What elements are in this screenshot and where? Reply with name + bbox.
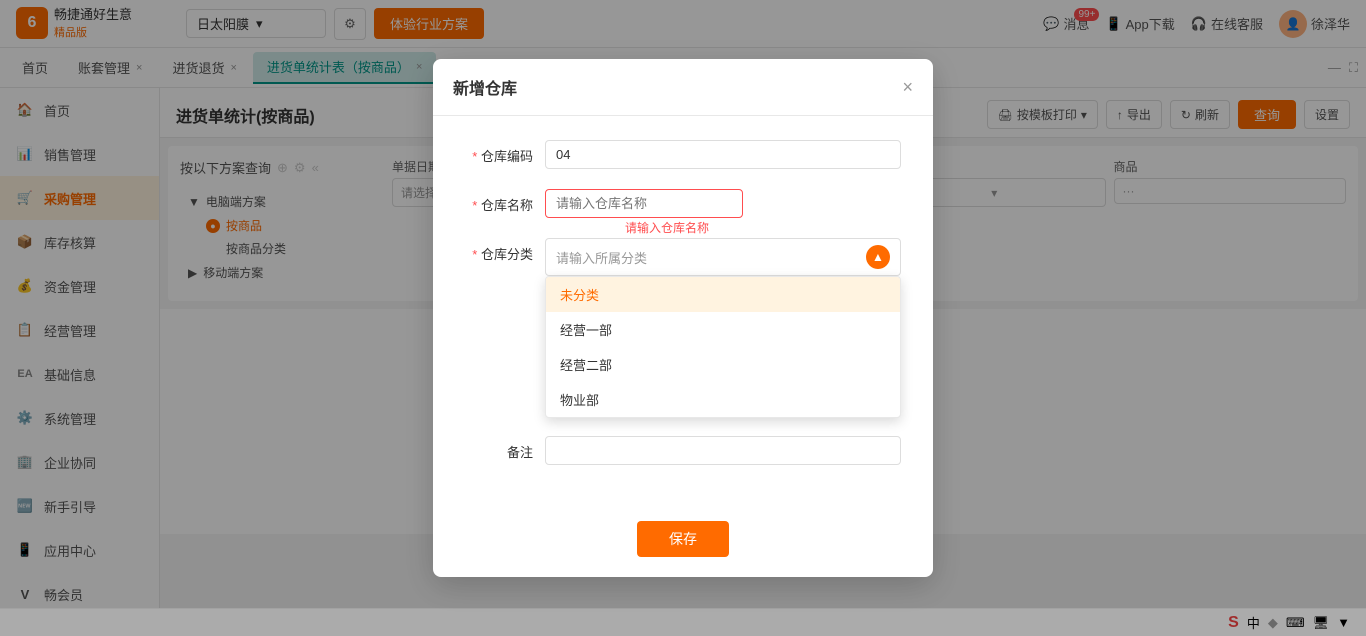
- new-warehouse-modal: 新增仓库 × * 仓库编码 * 仓库名称 请输入仓库名: [433, 59, 933, 577]
- warehouse-name-input[interactable]: [545, 189, 743, 218]
- dropdown-item-dept1[interactable]: 经营一部: [546, 312, 900, 347]
- warehouse-code-input[interactable]: [545, 140, 901, 169]
- form-row-category: * 仓库分类 请输入所属分类 ▲ 未分类 经营一部 经营二部 物业部: [465, 238, 901, 276]
- name-field-wrapper: 请输入仓库名称: [545, 189, 901, 218]
- dropdown-item-uncategorized[interactable]: 未分类: [546, 277, 900, 312]
- category-dropdown-list: 未分类 经营一部 经营二部 物业部: [545, 276, 901, 418]
- modal-footer: 保存: [433, 509, 933, 577]
- modal-title: 新增仓库: [453, 75, 517, 99]
- form-row-note: 备注: [465, 436, 901, 465]
- modal-header: 新增仓库 ×: [433, 59, 933, 116]
- modal-backdrop: 新增仓库 × * 仓库编码 * 仓库名称 请输入仓库名: [0, 0, 1366, 636]
- note-label: 备注: [465, 436, 545, 461]
- form-row-code: * 仓库编码: [465, 140, 901, 169]
- name-label: * 仓库名称: [465, 189, 545, 214]
- save-button[interactable]: 保存: [637, 521, 729, 557]
- category-placeholder: 请输入所属分类: [556, 248, 866, 267]
- code-label: * 仓库编码: [465, 140, 545, 165]
- dropdown-item-property[interactable]: 物业部: [546, 382, 900, 417]
- name-error-message: 请输入仓库名称: [625, 219, 709, 236]
- warehouse-note-input[interactable]: [545, 436, 901, 465]
- category-label: * 仓库分类: [465, 238, 545, 263]
- dropdown-item-dept2[interactable]: 经营二部: [546, 347, 900, 382]
- modal-body: * 仓库编码 * 仓库名称 请输入仓库名称 *: [433, 116, 933, 509]
- modal-close-button[interactable]: ×: [902, 78, 913, 96]
- category-dropdown-field[interactable]: 请输入所属分类 ▲: [545, 238, 901, 276]
- category-dropdown-arrow[interactable]: ▲: [866, 245, 890, 269]
- form-row-name: * 仓库名称 请输入仓库名称: [465, 189, 901, 218]
